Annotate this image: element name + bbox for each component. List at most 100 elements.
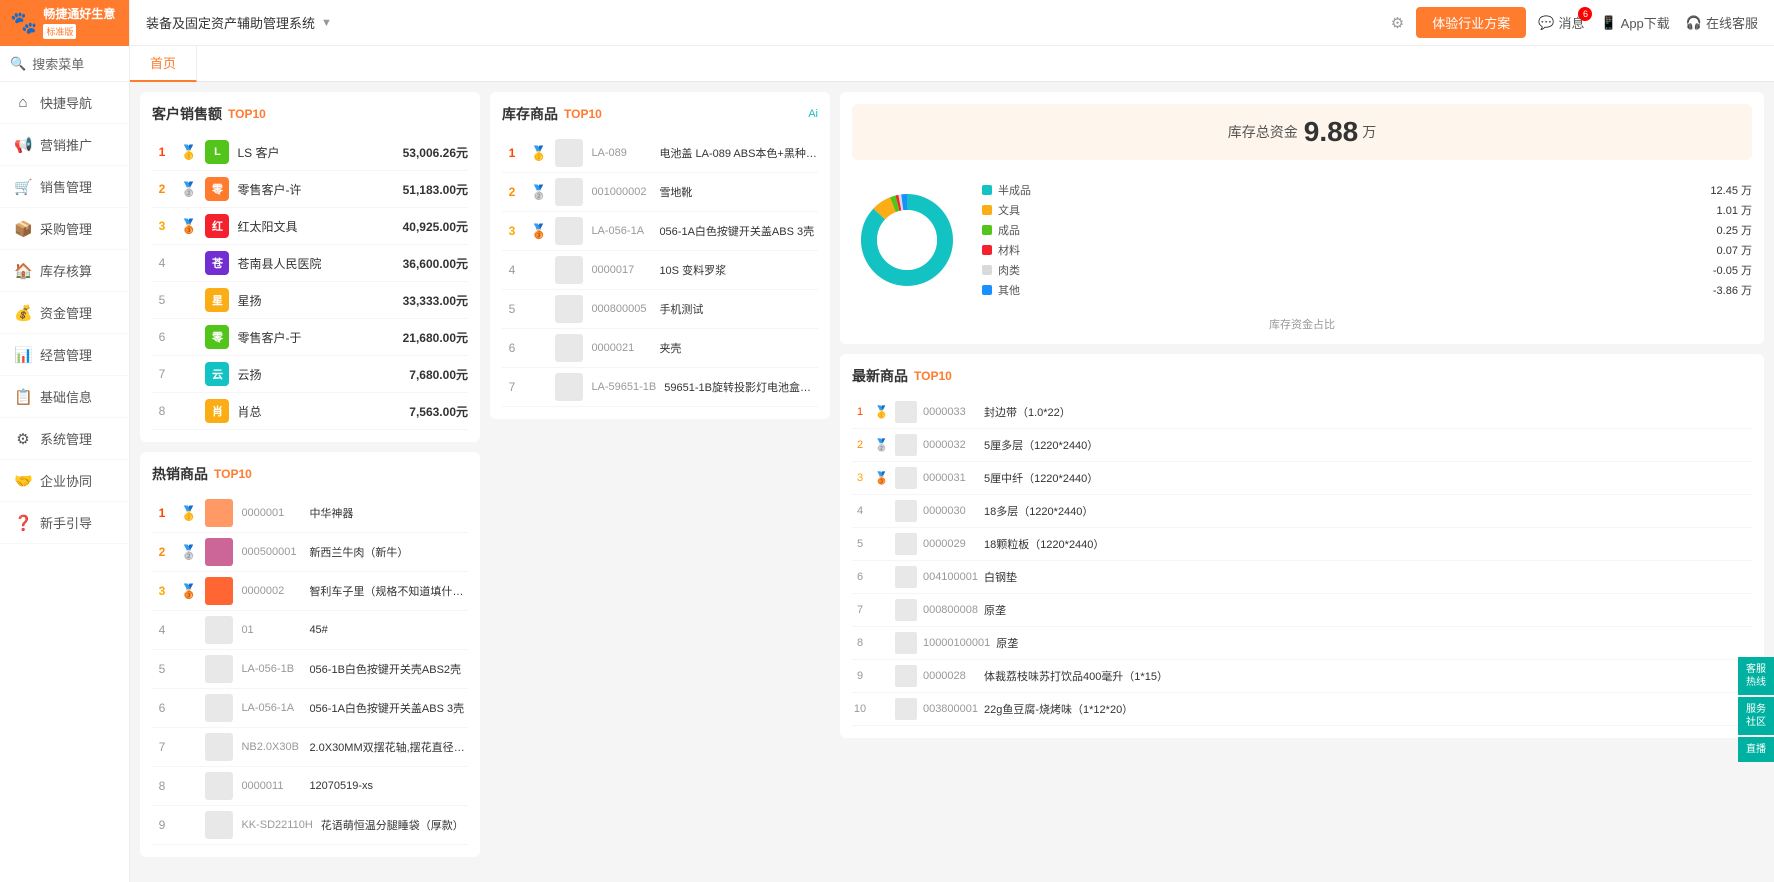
rank-number: 4 (852, 505, 868, 517)
rank-number: 3 (852, 472, 868, 484)
product-code: LA-056-1A (241, 702, 301, 714)
rank-number: 8 (152, 779, 172, 793)
sidebar-item-purchase[interactable]: 📦 采购管理 (0, 208, 129, 250)
product-thumb (555, 256, 583, 284)
list-item: 6 🥇 LA-056-1A 056-1A白色按键开关盖ABS 3壳 (152, 689, 468, 728)
list-item: 5 🥇 0000029 18颗粒板（1220*2440） (852, 528, 1752, 561)
online-service-btn[interactable]: 🎧 在线客服 (1686, 13, 1758, 32)
product-name: 中华神器 (309, 505, 468, 521)
product-thumb (895, 500, 917, 522)
rank-number: 3 (152, 584, 172, 598)
table-row: 4 🥇 苍 苍南县人民医院 36,600.00元 (152, 245, 468, 282)
sidebar-item-guide[interactable]: ❓ 新手引导 (0, 502, 129, 544)
sidebar-item-marketing[interactable]: 📢 营销推广 (0, 124, 129, 166)
logo-badge: 标准版 (43, 24, 76, 39)
sidebar-item-finance[interactable]: 💰 资金管理 (0, 292, 129, 334)
legend-dot (982, 185, 992, 195)
trial-button[interactable]: 体验行业方案 (1416, 7, 1526, 38)
product-name: 2.0X30MM双摆花轴,摆花直径2.1MM/ROHS (309, 739, 468, 755)
app-download-label: App下载 (1621, 13, 1670, 32)
product-name: 22g鱼豆腐-烧烤味（1*12*20） (984, 701, 1752, 717)
rank-number: 6 (502, 341, 522, 355)
product-code: 0000029 (923, 538, 978, 550)
customer-name: 云扬 (237, 366, 401, 383)
phone-icon: 📱 (1600, 15, 1616, 31)
rank-number: 5 (502, 302, 522, 316)
product-thumb (205, 655, 233, 683)
tab-home[interactable]: 首页 (130, 46, 197, 82)
sidebar-item-sales[interactable]: 🛒 销售管理 (0, 166, 129, 208)
sidebar-item-operation[interactable]: 📊 经营管理 (0, 334, 129, 376)
customer-amount: 36,600.00元 (403, 255, 468, 272)
product-code: 0000033 (923, 406, 978, 418)
product-thumb (205, 538, 233, 566)
product-name: 封边带（1.0*22） (984, 404, 1752, 420)
tab-home-label: 首页 (150, 53, 176, 72)
legend-value: 12.45 万 (1710, 182, 1752, 198)
medal-icon: 🥇 (180, 505, 197, 522)
message-icon: 💬 (1538, 15, 1554, 31)
customer-amount: 33,333.00元 (403, 292, 468, 309)
sidebar-item-label: 资金管理 (40, 303, 92, 322)
product-code: 01 (241, 624, 301, 636)
new-products-list: 1 🥇 0000033 封边带（1.0*22） 2 🥈 0000032 5厘多层… (852, 396, 1752, 726)
page-tabs: 首页 (130, 46, 1774, 82)
sidebar-item-inventory[interactable]: 🏠 库存核算 (0, 250, 129, 292)
sidebar-item-system[interactable]: ⚙ 系统管理 (0, 418, 129, 460)
medal-icon: 🥇 (874, 405, 889, 419)
medal-icon: 🥉 (180, 218, 197, 235)
inventory-unit: 万 (1362, 122, 1376, 142)
logo-icon: 🐾 (10, 10, 37, 36)
inventory-legend: 半成品 12.45 万 文具 1.01 万 成品 0.25 万 (982, 180, 1752, 300)
rank-number: 1 (502, 146, 522, 160)
medal-icon: 🥈 (180, 181, 197, 198)
product-code: 003800001 (923, 703, 978, 715)
sidebar-item-quick[interactable]: ⌂ 快捷导航 (0, 82, 129, 124)
legend-item: 材料 0.07 万 (982, 240, 1752, 260)
sidebar-item-label: 基础信息 (40, 387, 92, 406)
product-thumb (895, 533, 917, 555)
customer-name: 星扬 (237, 292, 394, 309)
headset-icon: 🎧 (1686, 15, 1702, 31)
online-service-label: 在线客服 (1706, 13, 1758, 32)
inventory-label: 库存总资金 (1228, 122, 1298, 142)
customer-amount: 7,563.00元 (409, 403, 468, 420)
middle-panel: 库存商品 TOP10 Ai 1 🥇 LA-089 电池盖 LA-089 ABS本… (490, 92, 830, 872)
product-thumb (205, 499, 233, 527)
product-name: 新西兰牛肉（新牛） (309, 544, 468, 560)
product-thumb (895, 632, 917, 654)
medal-icon: 🥇 (180, 144, 197, 161)
list-item: 5 🥇 000800005 手机测试 (502, 290, 818, 329)
product-code: LA-056-1A (591, 225, 651, 237)
float-live-btn[interactable]: 直播 (1738, 737, 1774, 762)
list-item: 2 🥈 0000032 5厘多层（1220*2440） (852, 429, 1752, 462)
sidebar: 🐾 畅捷通好生意 标准版 🔍 搜索菜单 ⌂ 快捷导航 📢 营销推广 🛒 销售管理… (0, 0, 130, 882)
rank-number: 6 (152, 330, 172, 344)
legend-dot (982, 285, 992, 295)
message-btn[interactable]: 💬 消息 6 (1538, 13, 1584, 32)
sidebar-item-basic[interactable]: 📋 基础信息 (0, 376, 129, 418)
product-code: 000800005 (591, 303, 651, 315)
rank-number: 1 (852, 406, 868, 418)
product-code: 0000028 (923, 670, 978, 682)
new-products-card: 最新商品 TOP10 1 🥇 0000033 封边带（1.0*22） 2 🥈 (840, 354, 1764, 738)
list-item: 6 🥇 004100001 白钢垫 (852, 561, 1752, 594)
system-selector: 装备及固定资产辅助管理系统 ▼ (146, 13, 1379, 32)
legend-value: -0.05 万 (1713, 262, 1752, 278)
dropdown-icon[interactable]: ▼ (321, 17, 332, 29)
search-menu[interactable]: 🔍 搜索菜单 (0, 46, 129, 82)
app-download-btn[interactable]: 📱 App下载 (1600, 13, 1669, 32)
list-item: 7 🥇 NB2.0X30B 2.0X30MM双摆花轴,摆花直径2.1MM/ROH… (152, 728, 468, 767)
settings-icon[interactable]: ⚙ (1391, 14, 1404, 32)
legend-name: 文具 (998, 202, 1711, 218)
float-community-btn[interactable]: 服务社区 (1738, 697, 1774, 735)
float-service-btn[interactable]: 客服热线 (1738, 657, 1774, 695)
sidebar-item-company[interactable]: 🤝 企业协同 (0, 460, 129, 502)
product-name: 10S 变料罗浆 (659, 262, 818, 278)
product-code: 10000100001 (923, 637, 990, 649)
product-thumb (895, 566, 917, 588)
product-code: LA-056-1B (241, 663, 301, 675)
chart-icon: 📊 (14, 346, 32, 364)
rank-number: 6 (152, 701, 172, 715)
customer-amount: 21,680.00元 (403, 329, 468, 346)
